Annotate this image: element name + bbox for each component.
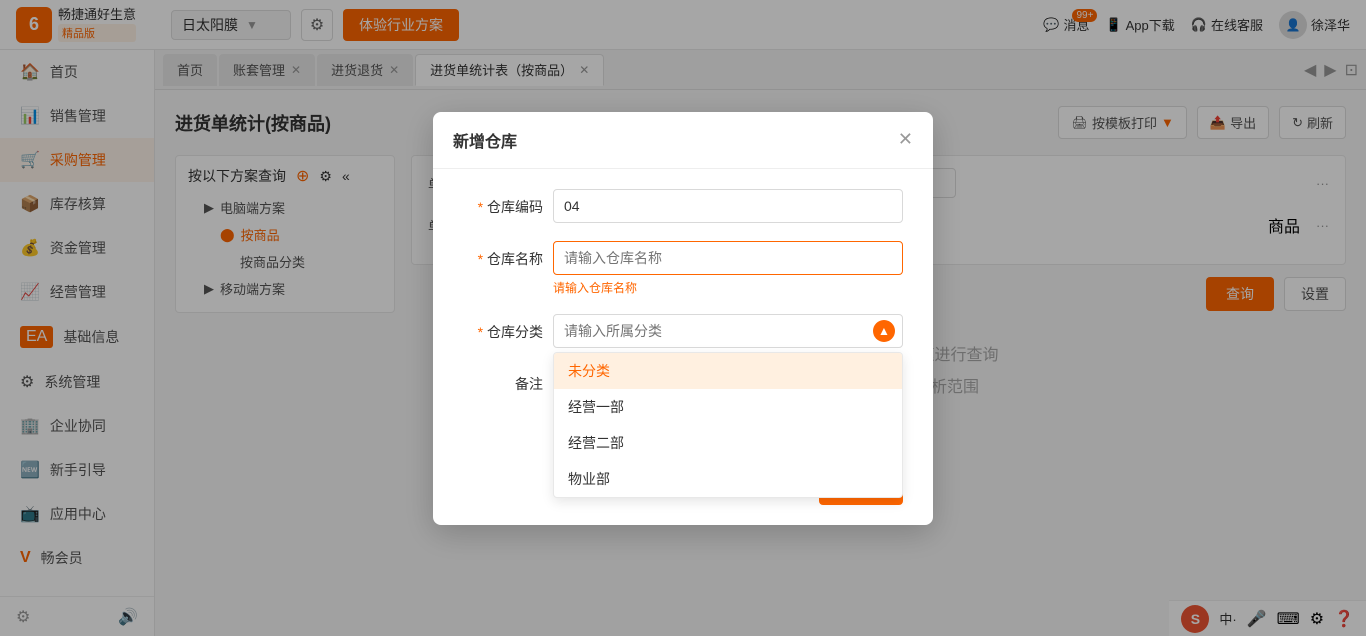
category-dropdown: 未分类 经营一部 经营二部 物业部 [553, 352, 903, 498]
dropdown-item-dept1[interactable]: 经营一部 [554, 389, 902, 425]
dialog-header: 新增仓库 ✕ [433, 112, 933, 169]
name-error-msg: 请输入仓库名称 [553, 279, 903, 296]
dialog-title: 新增仓库 [453, 128, 517, 152]
modal-overlay[interactable]: 新增仓库 ✕ 仓库编码 仓库名称 请输入仓库名称 仓库分类 [0, 0, 1366, 636]
code-label: 仓库编码 [463, 189, 543, 217]
category-dropdown-arrow[interactable]: ▲ [873, 320, 895, 342]
form-row-name: 仓库名称 请输入仓库名称 [463, 241, 903, 296]
name-label: 仓库名称 [463, 241, 543, 269]
category-select-wrap: ▲ 未分类 经营一部 经营二部 物业部 [553, 314, 903, 348]
category-field-wrap: ▲ 未分类 经营一部 经营二部 物业部 [553, 314, 903, 348]
dropdown-item-dept2[interactable]: 经营二部 [554, 425, 902, 461]
dropdown-item-uncategorized[interactable]: 未分类 [554, 353, 902, 389]
category-label: 仓库分类 [463, 314, 543, 342]
form-row-category: 仓库分类 ▲ 未分类 经营一部 经营二部 物业部 [463, 314, 903, 348]
remark-label: 备注 [463, 366, 543, 394]
dialog-body: 仓库编码 仓库名称 请输入仓库名称 仓库分类 ▲ [433, 169, 933, 459]
name-field-wrap: 请输入仓库名称 [553, 241, 903, 296]
category-input[interactable] [553, 314, 903, 348]
code-input[interactable] [553, 189, 903, 223]
form-row-code: 仓库编码 [463, 189, 903, 223]
code-field-wrap [553, 189, 903, 223]
dialog-close-button[interactable]: ✕ [898, 129, 913, 150]
dropdown-item-property[interactable]: 物业部 [554, 461, 902, 497]
name-input[interactable] [553, 241, 903, 275]
new-warehouse-dialog: 新增仓库 ✕ 仓库编码 仓库名称 请输入仓库名称 仓库分类 [433, 112, 933, 525]
